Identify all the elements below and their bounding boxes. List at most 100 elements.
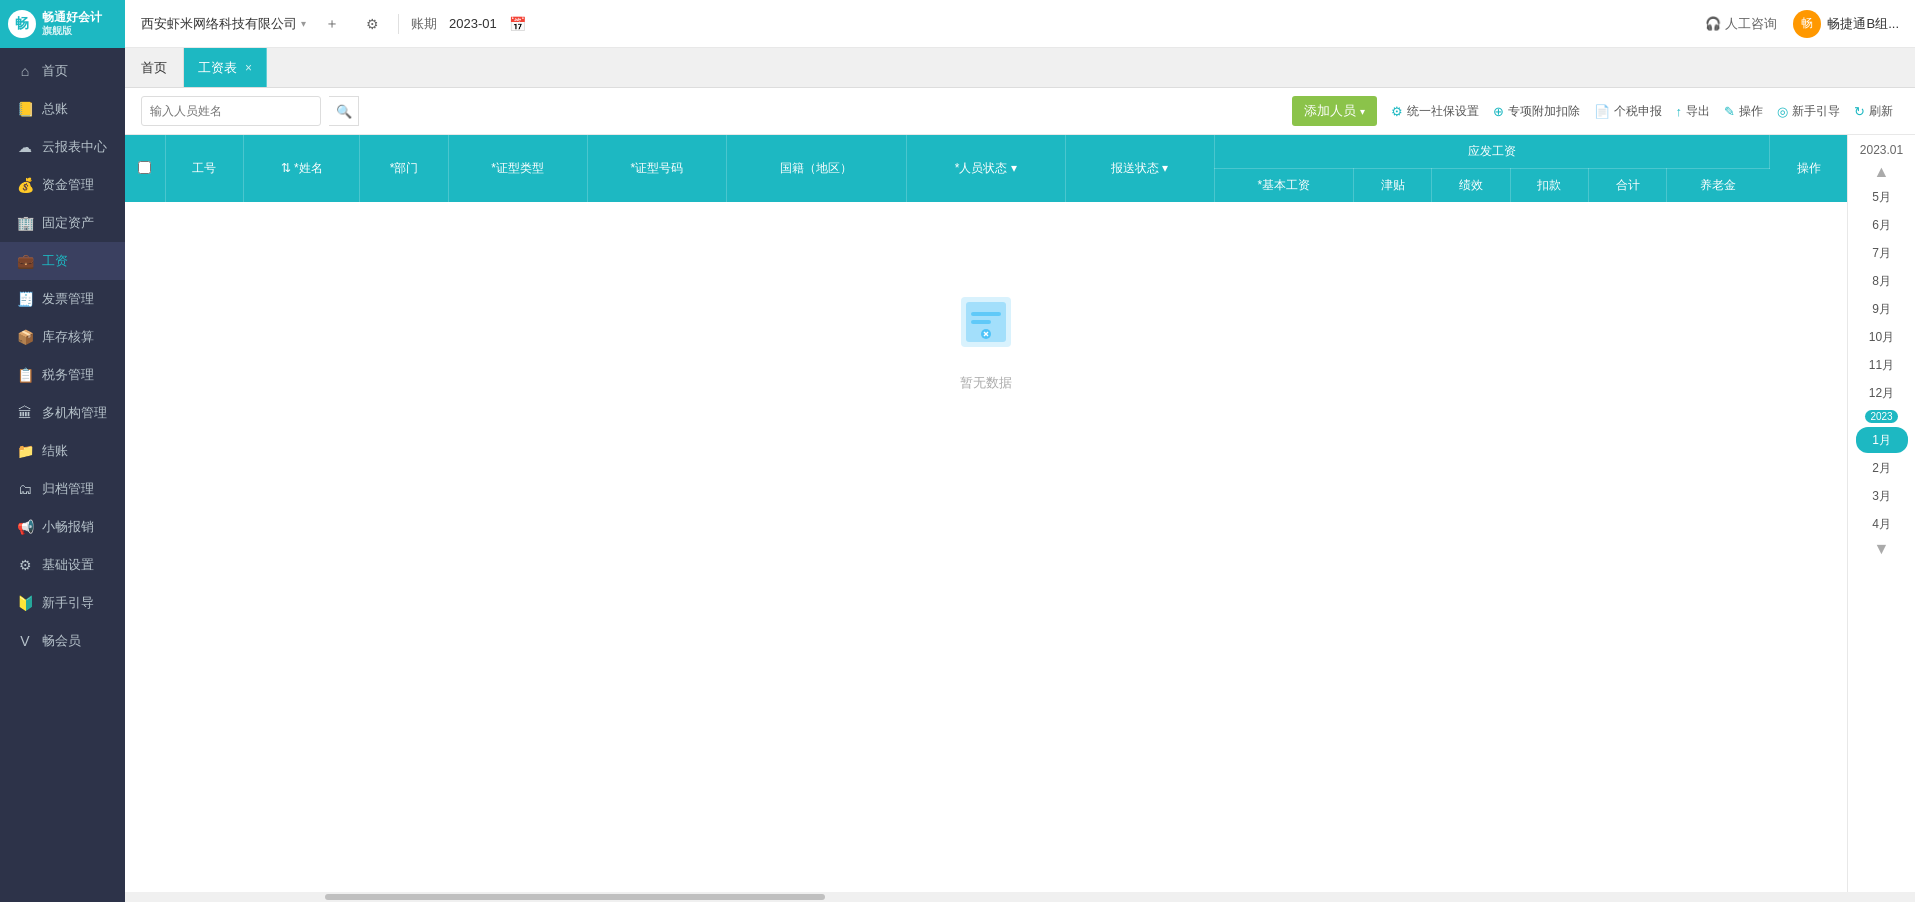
scrollbar-thumb[interactable] bbox=[325, 894, 825, 900]
search-input[interactable] bbox=[141, 96, 321, 126]
sidebar-item-固定资产[interactable]: 🏢固定资产 bbox=[0, 204, 125, 242]
toolbar-action-3[interactable]: ↑导出 bbox=[1670, 103, 1717, 120]
action-label: 导出 bbox=[1686, 103, 1710, 120]
sort-icon: ⇅ bbox=[281, 161, 291, 175]
month-2022-5[interactable]: 5月 bbox=[1856, 184, 1908, 210]
sidebar-item-畅会员[interactable]: V畅会员 bbox=[0, 622, 125, 660]
app-name: 畅通好会计 bbox=[42, 10, 102, 24]
avatar: 畅 bbox=[1793, 10, 1821, 38]
th-performance: 绩效 bbox=[1432, 169, 1510, 203]
chevron-down-icon: ▾ bbox=[1360, 106, 1365, 117]
action-label: 新手引导 bbox=[1792, 103, 1840, 120]
month-2023-4[interactable]: 4月 bbox=[1856, 511, 1908, 537]
th-pension: 养老金 bbox=[1667, 169, 1770, 203]
nav-label: 资金管理 bbox=[42, 176, 94, 194]
toolbar-action-4[interactable]: ✎操作 bbox=[1718, 103, 1769, 120]
payroll-table: 工号 ⇅ *姓名 *部门 *证型类型 *证型号码 国籍（地区） *人员状态 ▾ … bbox=[125, 135, 1847, 472]
th-deduction: 扣款 bbox=[1510, 169, 1588, 203]
th-salary-group: 应发工资 bbox=[1214, 135, 1769, 169]
nav-icon: 🏢 bbox=[16, 215, 34, 231]
add-person-button[interactable]: 添加人员 ▾ bbox=[1292, 96, 1377, 126]
close-icon[interactable]: × bbox=[245, 61, 252, 75]
app-edition: 旗舰版 bbox=[42, 24, 102, 38]
nav-label: 总账 bbox=[42, 100, 68, 118]
nav-icon: 💼 bbox=[16, 253, 34, 269]
tab-payroll[interactable]: 工资表 × bbox=[184, 48, 267, 87]
nav-icon: 📁 bbox=[16, 443, 34, 459]
nav-icon: ⌂ bbox=[16, 63, 34, 79]
username: 畅捷通B组... bbox=[1827, 15, 1899, 33]
logo-icon: 畅 bbox=[8, 10, 36, 38]
topbar-right: 🎧 人工咨询 畅 畅捷通B组... bbox=[1705, 10, 1899, 38]
sidebar-item-库存核算[interactable]: 📦库存核算 bbox=[0, 318, 125, 356]
month-2022-9[interactable]: 9月 bbox=[1856, 296, 1908, 322]
add-company-button[interactable]: ＋ bbox=[318, 10, 346, 38]
action-label: 操作 bbox=[1739, 103, 1763, 120]
headset-icon: 🎧 bbox=[1705, 16, 1721, 31]
action-icon: ⊕ bbox=[1493, 104, 1504, 119]
th-number: 工号 bbox=[165, 135, 243, 202]
search-button[interactable]: 🔍 bbox=[329, 96, 359, 126]
sidebar-item-发票管理[interactable]: 🧾发票管理 bbox=[0, 280, 125, 318]
main-content: 西安虾米网络科技有限公司 ▾ ＋ ⚙ 账期 2023-01 📅 🎧 人工咨询 畅… bbox=[125, 0, 1915, 902]
toolbar-action-6[interactable]: ↻ 刷新 bbox=[1848, 103, 1899, 120]
settings-icon[interactable]: ⚙ bbox=[358, 10, 386, 38]
action-icon: ↻ bbox=[1854, 104, 1865, 119]
sidebar-item-总账[interactable]: 📒总账 bbox=[0, 90, 125, 128]
add-person-label: 添加人员 bbox=[1304, 102, 1356, 120]
th-action: 操作 bbox=[1770, 135, 1847, 202]
divider bbox=[398, 14, 399, 34]
month-2023-3[interactable]: 3月 bbox=[1856, 483, 1908, 509]
toolbar-action-2[interactable]: 📄个税申报 bbox=[1588, 103, 1668, 120]
month-2022-11[interactable]: 11月 bbox=[1856, 352, 1908, 378]
th-id-type: *证型类型 bbox=[448, 135, 587, 202]
th-report-status: 报送状态 ▾ bbox=[1065, 135, 1214, 202]
horizontal-scrollbar[interactable] bbox=[125, 892, 1915, 902]
nav-label: 归档管理 bbox=[42, 480, 94, 498]
sidebar-item-多机构管理[interactable]: 🏛多机构管理 bbox=[0, 394, 125, 432]
nav-label: 库存核算 bbox=[42, 328, 94, 346]
tab-home[interactable]: 首页 bbox=[125, 48, 184, 87]
nav-icon: ⚙ bbox=[16, 557, 34, 573]
month-2023-1[interactable]: 1月 bbox=[1856, 427, 1908, 453]
search-icon: 🔍 bbox=[336, 104, 352, 119]
month-2022-12[interactable]: 12月 bbox=[1856, 380, 1908, 406]
sidebar-item-结账[interactable]: 📁结账 bbox=[0, 432, 125, 470]
chevron-down-icon: ▾ bbox=[301, 18, 306, 29]
toolbar-actions: ⚙统一社保设置⊕专项附加扣除📄个税申报↑导出✎操作◎新手引导 ↻ 刷新 bbox=[1385, 103, 1900, 120]
select-all-checkbox[interactable] bbox=[138, 161, 151, 174]
sidebar: 畅 畅通好会计 旗舰版 ⌂首页📒总账☁云报表中心💰资金管理🏢固定资产💼工资🧾发票… bbox=[0, 0, 125, 902]
service-button[interactable]: 🎧 人工咨询 bbox=[1705, 15, 1777, 33]
th-name: ⇅ *姓名 bbox=[243, 135, 360, 202]
svg-rect-2 bbox=[971, 312, 1001, 316]
action-label: 刷新 bbox=[1869, 103, 1893, 120]
scroll-down-arrow[interactable]: ▼ bbox=[1872, 538, 1892, 560]
sidebar-item-云报表中心[interactable]: ☁云报表中心 bbox=[0, 128, 125, 166]
month-2022-10[interactable]: 10月 bbox=[1856, 324, 1908, 350]
th-status: *人员状态 ▾ bbox=[906, 135, 1065, 202]
sidebar-item-资金管理[interactable]: 💰资金管理 bbox=[0, 166, 125, 204]
sidebar-item-归档管理[interactable]: 🗂归档管理 bbox=[0, 470, 125, 508]
nav-label: 多机构管理 bbox=[42, 404, 107, 422]
month-2022-6[interactable]: 6月 bbox=[1856, 212, 1908, 238]
calendar-icon[interactable]: 📅 bbox=[509, 16, 526, 32]
nav-icon: ☁ bbox=[16, 139, 34, 155]
sidebar-item-税务管理[interactable]: 📋税务管理 bbox=[0, 356, 125, 394]
toolbar-action-0[interactable]: ⚙统一社保设置 bbox=[1385, 103, 1485, 120]
sidebar-item-首页[interactable]: ⌂首页 bbox=[0, 52, 125, 90]
company-selector[interactable]: 西安虾米网络科技有限公司 ▾ bbox=[141, 15, 306, 33]
sidebar-item-新手引导[interactable]: 🔰新手引导 bbox=[0, 584, 125, 622]
month-2023-2[interactable]: 2月 bbox=[1856, 455, 1908, 481]
scroll-up-arrow[interactable]: ▲ bbox=[1872, 161, 1892, 183]
toolbar-action-1[interactable]: ⊕专项附加扣除 bbox=[1487, 103, 1586, 120]
tab-bar: 首页 工资表 × bbox=[125, 48, 1915, 88]
month-2022-8[interactable]: 8月 bbox=[1856, 268, 1908, 294]
toolbar-action-5[interactable]: ◎新手引导 bbox=[1771, 103, 1846, 120]
scrollbar-track bbox=[125, 894, 1915, 900]
action-label: 个税申报 bbox=[1614, 103, 1662, 120]
sidebar-item-小畅报销[interactable]: 📢小畅报销 bbox=[0, 508, 125, 546]
sidebar-item-工资[interactable]: 💼工资 bbox=[0, 242, 125, 280]
user-menu[interactable]: 畅 畅捷通B组... bbox=[1793, 10, 1899, 38]
month-2022-7[interactable]: 7月 bbox=[1856, 240, 1908, 266]
sidebar-item-基础设置[interactable]: ⚙基础设置 bbox=[0, 546, 125, 584]
